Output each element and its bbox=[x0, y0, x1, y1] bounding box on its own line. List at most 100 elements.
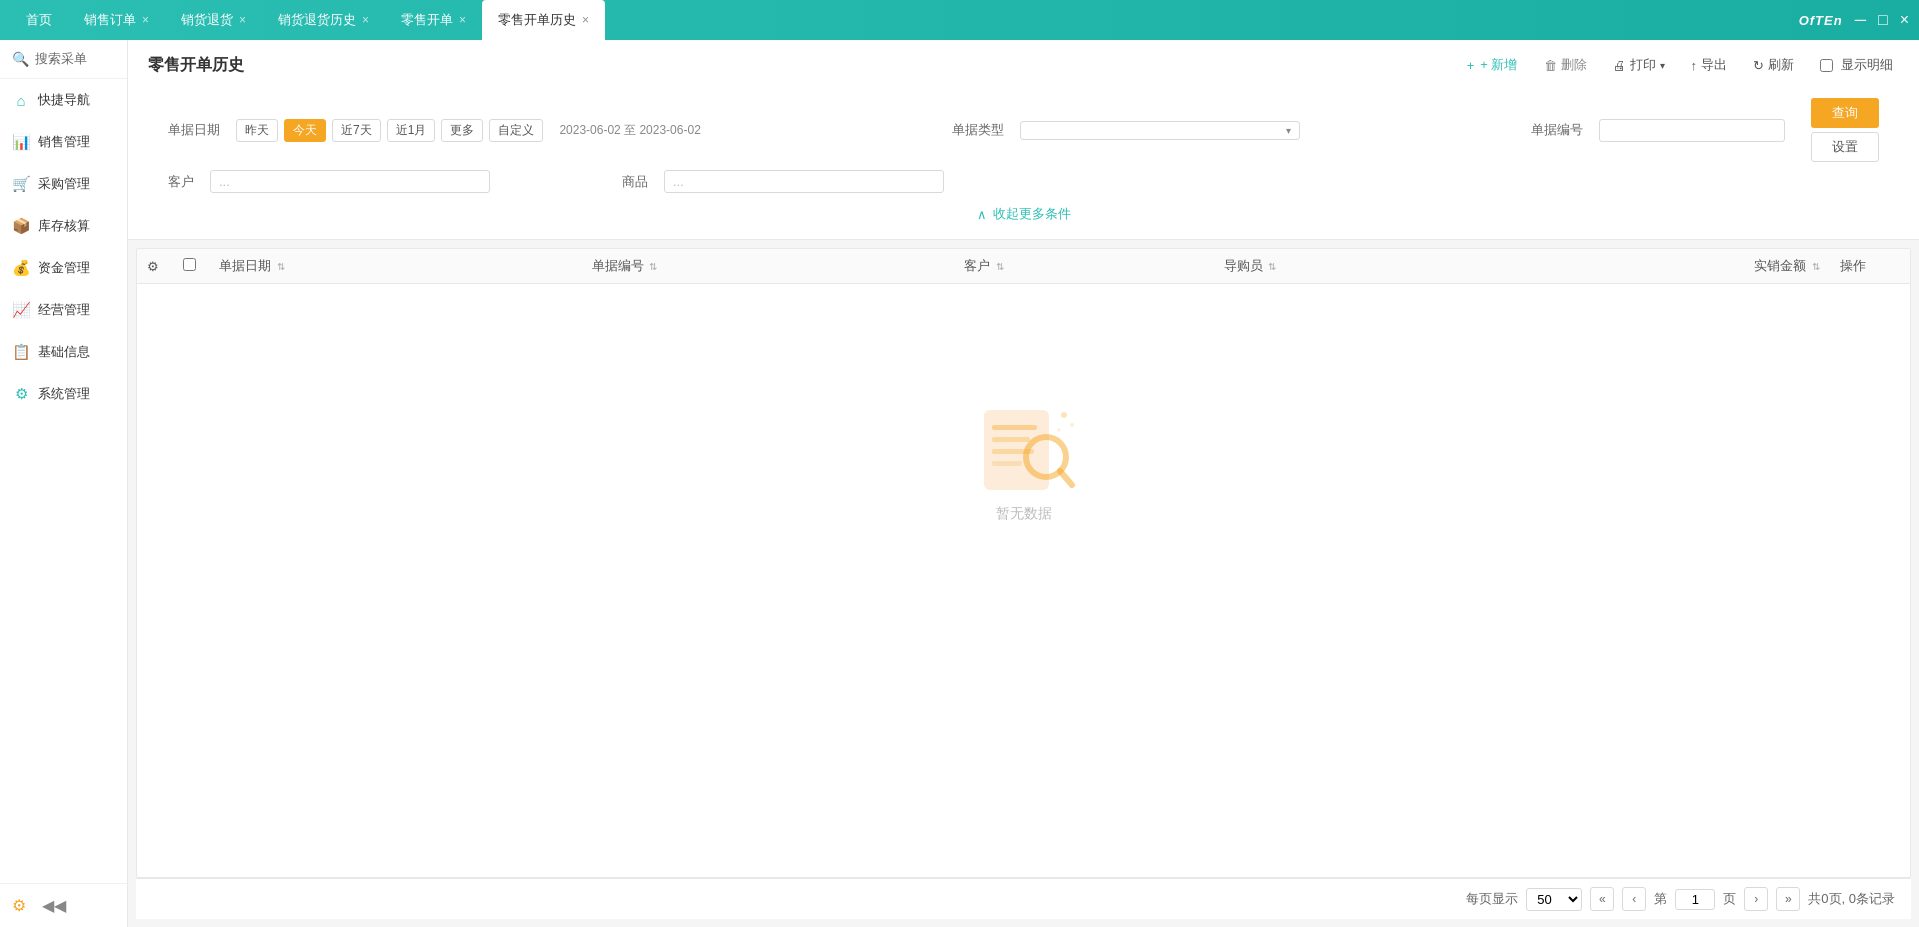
data-table-wrapper: ⚙ 单据日期 ⇅ 单据编号 ⇅ bbox=[136, 248, 1911, 878]
date-btn-yesterday[interactable]: 昨天 bbox=[236, 119, 278, 142]
new-button[interactable]: + + 新增 bbox=[1461, 52, 1524, 78]
th-settings: ⚙ bbox=[137, 249, 173, 284]
tab-retail-open[interactable]: 零售开单 × bbox=[385, 0, 482, 40]
date-filter-btns: 昨天 今天 近7天 近1月 更多 自定义 bbox=[236, 119, 543, 142]
top-bar: 首页 销售订单 × 销货退货 × 销货退货历史 × 零售开单 × 零售开单历史 … bbox=[0, 0, 1919, 40]
brand-label: OfTEn bbox=[1799, 13, 1843, 28]
filter-row-2: 客户 ... 商品 ... bbox=[168, 170, 1879, 193]
svg-rect-1 bbox=[992, 425, 1037, 430]
filter-row-1: 单据日期 昨天 今天 近7天 近1月 更多 自定义 2023-06-02 至 2… bbox=[168, 98, 1879, 162]
sidebar-item-finance[interactable]: 💰 资金管理 bbox=[0, 247, 127, 289]
page-label-post: 页 bbox=[1723, 890, 1736, 908]
tab-sales-return-close[interactable]: × bbox=[239, 13, 246, 27]
last-page-btn[interactable]: » bbox=[1776, 887, 1800, 911]
th-ops: 操作 bbox=[1830, 249, 1910, 284]
export-button[interactable]: ↑ 导出 bbox=[1685, 52, 1734, 78]
tab-retail-history-close[interactable]: × bbox=[582, 13, 589, 27]
sidebar: 🔍 搜索采单 ⌂ 快捷导航 📊 销售管理 🛒 采购管理 📦 库存核算 💰 资金管… bbox=[0, 40, 128, 927]
close-window-btn[interactable]: × bbox=[1900, 11, 1909, 29]
settings-button[interactable]: 设置 bbox=[1811, 132, 1879, 162]
empty-text: 暂无数据 bbox=[996, 505, 1052, 523]
refresh-icon: ↻ bbox=[1753, 58, 1764, 73]
search-icon: 🔍 bbox=[12, 51, 29, 67]
th-docno: 单据编号 ⇅ bbox=[582, 249, 955, 284]
tab-retail-open-close[interactable]: × bbox=[459, 13, 466, 27]
display-detail-button[interactable]: 显示明细 bbox=[1814, 52, 1899, 78]
doc-type-chevron-icon: ▾ bbox=[1286, 125, 1291, 136]
basic-info-icon: 📋 bbox=[12, 343, 30, 361]
next-page-btn[interactable]: › bbox=[1744, 887, 1768, 911]
print-chevron-icon: ▾ bbox=[1660, 60, 1665, 71]
customer-select[interactable]: ... bbox=[210, 170, 490, 193]
empty-illustration bbox=[964, 395, 1084, 505]
select-all-checkbox[interactable] bbox=[183, 258, 196, 271]
export-icon: ↑ bbox=[1691, 58, 1698, 73]
toolbar: + + 新增 🗑 删除 🖨 打印 ▾ ↑ 导出 bbox=[1461, 52, 1899, 78]
product-select[interactable]: ... bbox=[664, 170, 944, 193]
sidebar-item-system[interactable]: ⚙ 系统管理 bbox=[0, 373, 127, 415]
sort-guide-icon: ⇅ bbox=[1268, 261, 1276, 272]
pagination-bar: 每页显示 20 50 100 « ‹ 第 页 › » 共0页, 0条记录 bbox=[136, 878, 1911, 919]
sort-docno-icon: ⇅ bbox=[649, 261, 657, 272]
sidebar-item-sales[interactable]: 📊 销售管理 bbox=[0, 121, 127, 163]
display-detail-checkbox[interactable] bbox=[1820, 59, 1833, 72]
query-button[interactable]: 查询 bbox=[1811, 98, 1879, 128]
sales-icon: 📊 bbox=[12, 133, 30, 151]
settings-gear-icon[interactable]: ⚙ bbox=[12, 896, 26, 915]
doc-no-input[interactable] bbox=[1599, 119, 1785, 142]
collapse-icon: ∧ bbox=[977, 207, 987, 222]
th-customer: 客户 ⇅ bbox=[954, 249, 1214, 284]
customer-filter-label: 客户 bbox=[168, 173, 194, 191]
tab-sales-return-history-close[interactable]: × bbox=[362, 13, 369, 27]
doc-no-label: 单据编号 bbox=[1531, 121, 1583, 139]
tab-sales-order-close[interactable]: × bbox=[142, 13, 149, 27]
system-icon: ⚙ bbox=[12, 385, 30, 403]
delete-button[interactable]: 🗑 删除 bbox=[1538, 52, 1593, 78]
date-btn-custom[interactable]: 自定义 bbox=[489, 119, 543, 142]
page-size-select[interactable]: 20 50 100 bbox=[1526, 888, 1582, 911]
date-range-text: 2023-06-02 至 2023-06-02 bbox=[559, 122, 700, 139]
first-page-btn[interactable]: « bbox=[1590, 887, 1614, 911]
sort-date-icon: ⇅ bbox=[277, 261, 285, 272]
delete-icon: 🗑 bbox=[1544, 58, 1557, 73]
sidebar-search[interactable]: 🔍 搜索采单 bbox=[0, 40, 127, 79]
sidebar-collapse-icon[interactable]: ◀◀ bbox=[42, 896, 66, 915]
svg-rect-4 bbox=[992, 461, 1022, 466]
page-number-input[interactable] bbox=[1675, 889, 1715, 910]
maximize-btn[interactable]: □ bbox=[1878, 11, 1888, 29]
tab-sales-order[interactable]: 销售订单 × bbox=[68, 0, 165, 40]
new-icon: + bbox=[1467, 58, 1475, 73]
page-title: 零售开单历史 bbox=[148, 55, 244, 76]
data-table: ⚙ 单据日期 ⇅ 单据编号 ⇅ bbox=[137, 249, 1910, 284]
total-label: 共0页, 0条记录 bbox=[1808, 890, 1895, 908]
prev-page-btn[interactable]: ‹ bbox=[1622, 887, 1646, 911]
tab-sales-return[interactable]: 销货退货 × bbox=[165, 0, 262, 40]
print-button[interactable]: 🖨 打印 ▾ bbox=[1607, 52, 1671, 78]
svg-rect-2 bbox=[992, 437, 1030, 442]
home-icon: ⌂ bbox=[12, 92, 30, 109]
refresh-button[interactable]: ↻ 刷新 bbox=[1747, 52, 1800, 78]
sidebar-item-operations[interactable]: 📈 经营管理 bbox=[0, 289, 127, 331]
sidebar-item-purchase[interactable]: 🛒 采购管理 bbox=[0, 163, 127, 205]
content-area: 零售开单历史 + + 新增 🗑 删除 🖨 打印 ▾ bbox=[128, 40, 1919, 927]
th-checkbox bbox=[173, 249, 209, 284]
date-btn-7days[interactable]: 近7天 bbox=[332, 119, 381, 142]
svg-point-8 bbox=[1070, 423, 1074, 427]
collapse-filter-btn[interactable]: ∧ 收起更多条件 bbox=[168, 201, 1879, 227]
tab-retail-history[interactable]: 零售开单历史 × bbox=[482, 0, 605, 40]
date-btn-today[interactable]: 今天 bbox=[284, 119, 326, 142]
date-btn-more[interactable]: 更多 bbox=[441, 119, 483, 142]
date-btn-1month[interactable]: 近1月 bbox=[387, 119, 436, 142]
sidebar-item-inventory[interactable]: 📦 库存核算 bbox=[0, 205, 127, 247]
page-label-pre: 第 bbox=[1654, 890, 1667, 908]
minimize-btn[interactable]: ─ bbox=[1855, 11, 1866, 29]
doc-type-select[interactable]: ▾ bbox=[1020, 121, 1300, 140]
tab-sales-return-history[interactable]: 销货退货历史 × bbox=[262, 0, 385, 40]
sidebar-item-quick-nav[interactable]: ⌂ 快捷导航 bbox=[0, 79, 127, 121]
filter-area: 单据日期 昨天 今天 近7天 近1月 更多 自定义 2023-06-02 至 2… bbox=[148, 88, 1899, 239]
table-settings-icon[interactable]: ⚙ bbox=[147, 259, 159, 274]
sidebar-item-basic-info[interactable]: 📋 基础信息 bbox=[0, 331, 127, 373]
date-filter-label: 单据日期 bbox=[168, 121, 220, 139]
tab-home[interactable]: 首页 bbox=[10, 0, 68, 40]
inventory-icon: 📦 bbox=[12, 217, 30, 235]
